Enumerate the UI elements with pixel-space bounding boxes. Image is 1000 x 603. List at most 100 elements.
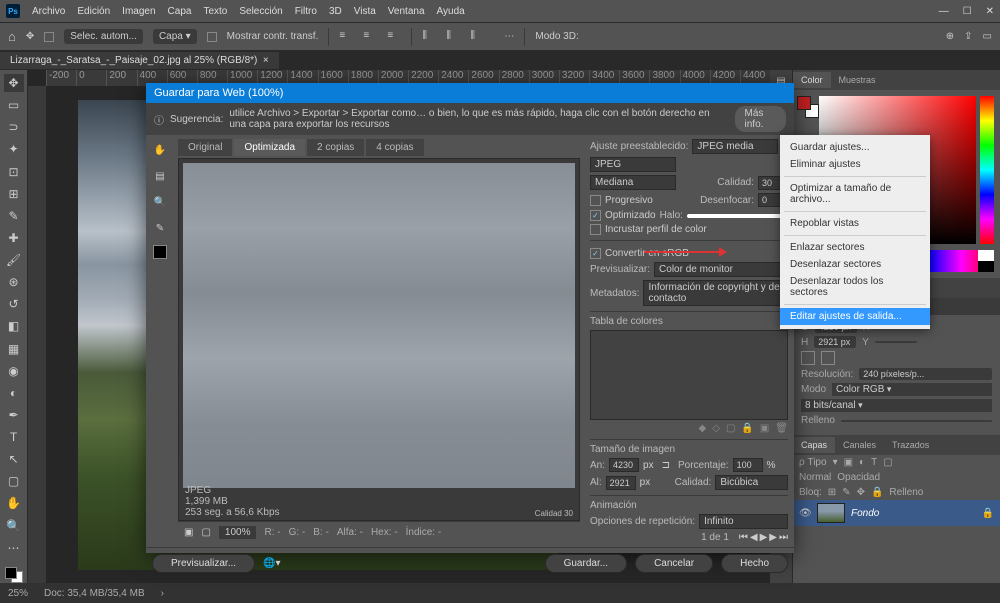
preview-button[interactable]: Previsualizar... (152, 554, 255, 573)
edit-toolbar-icon[interactable]: ⋯ (4, 539, 24, 557)
tab-color[interactable]: Color (793, 72, 831, 88)
workspace-icon[interactable]: ▭ (983, 31, 992, 42)
lock-icon[interactable]: ⊞ (828, 487, 836, 498)
heal-tool-icon[interactable]: ✚ (4, 229, 24, 247)
lock-icon[interactable]: ✥ (857, 487, 865, 498)
zoom-input[interactable]: 100% (219, 526, 257, 539)
halo-slider[interactable] (687, 214, 788, 218)
brush-tool-icon[interactable]: 🖌 (4, 251, 24, 269)
blend-mode-dropdown[interactable]: Normal (799, 472, 831, 483)
tab-swatches[interactable]: Muestras (831, 72, 884, 88)
menu-optimize-filesize[interactable]: Optimizar a tamaño de archivo... (780, 180, 930, 208)
home-icon[interactable]: ⌂ (8, 29, 16, 44)
shape-tool-icon[interactable]: ▢ (4, 472, 24, 490)
tab-optimized[interactable]: Optimizada (234, 139, 305, 156)
menu-save-preset[interactable]: Guardar ajustes... (780, 139, 930, 156)
orientation-icon[interactable] (801, 351, 815, 365)
swatch-icon[interactable]: 🔒 (741, 423, 753, 434)
height-input[interactable] (606, 476, 636, 490)
link-icon[interactable]: ⊐ (662, 460, 670, 471)
mode-dropdown[interactable]: Color RGB ▾ (832, 383, 992, 396)
crop-tool-icon[interactable]: ⊡ (4, 163, 24, 181)
prev-frame-icon[interactable]: ◀ (750, 532, 758, 543)
preview-toggle-icon[interactable]: ▣ (184, 527, 193, 538)
distribute-icon[interactable]: ⫼ (470, 30, 484, 44)
preview-toggle-icon[interactable]: ▢ (201, 527, 210, 538)
search-icon[interactable]: ⊕ (946, 31, 954, 42)
browser-dropdown-icon[interactable]: 🌐▾ (263, 558, 280, 569)
menu-filtro[interactable]: Filtro (295, 6, 317, 17)
hand-tool-icon[interactable]: ✋ (151, 141, 169, 159)
menu-3d[interactable]: 3D (329, 6, 342, 17)
y-value[interactable] (875, 341, 917, 343)
window-minimize-icon[interactable]: — (939, 6, 949, 17)
loop-dropdown[interactable]: Infinito (699, 514, 788, 529)
blur-tool-icon[interactable]: ◉ (4, 362, 24, 380)
eyedropper-tool-icon[interactable]: ✎ (4, 207, 24, 225)
auto-select-checkbox[interactable] (44, 32, 54, 42)
metadata-dropdown[interactable]: Información de copyright y de contacto (643, 280, 788, 306)
embed-profile-checkbox[interactable] (590, 224, 601, 235)
align-icon[interactable]: ≡ (363, 30, 377, 44)
eraser-tool-icon[interactable]: ◧ (4, 317, 24, 335)
menu-capa[interactable]: Capa (168, 6, 192, 17)
filter-icon[interactable]: ▣ (844, 457, 853, 468)
convert-srgb-checkbox[interactable]: ✓ (590, 248, 601, 259)
menu-texto[interactable]: Texto (203, 6, 227, 17)
resample-dropdown[interactable]: Bicúbica (715, 475, 788, 490)
menu-unlink-all[interactable]: Desenlazar todos los sectores (780, 273, 930, 301)
marquee-tool-icon[interactable]: ▭ (4, 96, 24, 114)
color-swatch[interactable] (5, 567, 23, 583)
visibility-icon[interactable]: 👁 (799, 508, 811, 519)
document-tab[interactable]: Lizarraga_-_Saratsa_-_Paisaje_02.jpg al … (0, 52, 279, 69)
menu-seleccion[interactable]: Selección (239, 6, 282, 17)
more-info-button[interactable]: Más info. (735, 106, 786, 132)
menu-archivo[interactable]: Archivo (32, 6, 65, 17)
history-brush-icon[interactable]: ↺ (4, 295, 24, 313)
progressive-checkbox[interactable] (590, 195, 601, 206)
distribute-icon[interactable]: ⫼ (422, 30, 436, 44)
chevron-right-icon[interactable]: › (161, 588, 164, 599)
align-icon[interactable]: ≡ (387, 30, 401, 44)
fill-value[interactable] (841, 420, 992, 422)
tab-4up[interactable]: 4 copias (366, 139, 423, 156)
menu-ventana[interactable]: Ventana (388, 6, 425, 17)
window-close-icon[interactable]: ✕ (986, 6, 994, 17)
last-frame-icon[interactable]: ⏭ (779, 532, 788, 543)
done-button[interactable]: Hecho (721, 554, 788, 573)
lasso-tool-icon[interactable]: ⊃ (4, 118, 24, 136)
type-tool-icon[interactable]: T (4, 428, 24, 446)
path-tool-icon[interactable]: ↖ (4, 450, 24, 468)
window-maximize-icon[interactable]: ☐ (963, 6, 972, 17)
distribute-icon[interactable]: ⫼ (446, 30, 460, 44)
first-frame-icon[interactable]: ⏮ (739, 532, 748, 543)
cancel-button[interactable]: Cancelar (635, 554, 713, 573)
frame-tool-icon[interactable]: ⊞ (4, 185, 24, 203)
more-icon[interactable]: ⋯ (504, 31, 514, 42)
stamp-tool-icon[interactable]: ⊛ (4, 273, 24, 291)
menu-imagen[interactable]: Imagen (122, 6, 155, 17)
menu-link-slices[interactable]: Enlazar sectores (780, 239, 930, 256)
tab-2up[interactable]: 2 copias (307, 139, 364, 156)
swatch-icon[interactable]: ◆ (699, 423, 707, 434)
menu-repopulate[interactable]: Repoblar vistas (780, 215, 930, 232)
layer-row[interactable]: 👁 Fondo 🔒 (793, 500, 1000, 526)
preset-dropdown[interactable]: JPEG media (692, 139, 778, 154)
quality-algo-dropdown[interactable]: Mediana (590, 175, 676, 190)
hue-slider[interactable] (980, 96, 994, 244)
menu-ayuda[interactable]: Ayuda (437, 6, 465, 17)
wand-tool-icon[interactable]: ✦ (4, 140, 24, 158)
play-icon[interactable]: ▶ (760, 532, 768, 543)
show-transform-checkbox[interactable] (207, 32, 217, 42)
tab-original[interactable]: Original (178, 139, 232, 156)
height-value[interactable]: 2921 px (814, 336, 856, 348)
dodge-tool-icon[interactable]: ◐ (4, 384, 24, 402)
width-input[interactable] (609, 458, 639, 472)
orientation-icon[interactable] (821, 351, 835, 365)
bits-dropdown[interactable]: 8 bits/canal ▾ (801, 399, 992, 412)
resolution-value[interactable]: 240 píxeles/p... (859, 368, 992, 380)
save-button[interactable]: Guardar... (545, 554, 627, 573)
trash-icon[interactable]: 🗑 (775, 423, 788, 434)
menu-unlink-slices[interactable]: Desenlazar sectores (780, 256, 930, 273)
optimized-checkbox[interactable]: ✓ (590, 210, 601, 221)
